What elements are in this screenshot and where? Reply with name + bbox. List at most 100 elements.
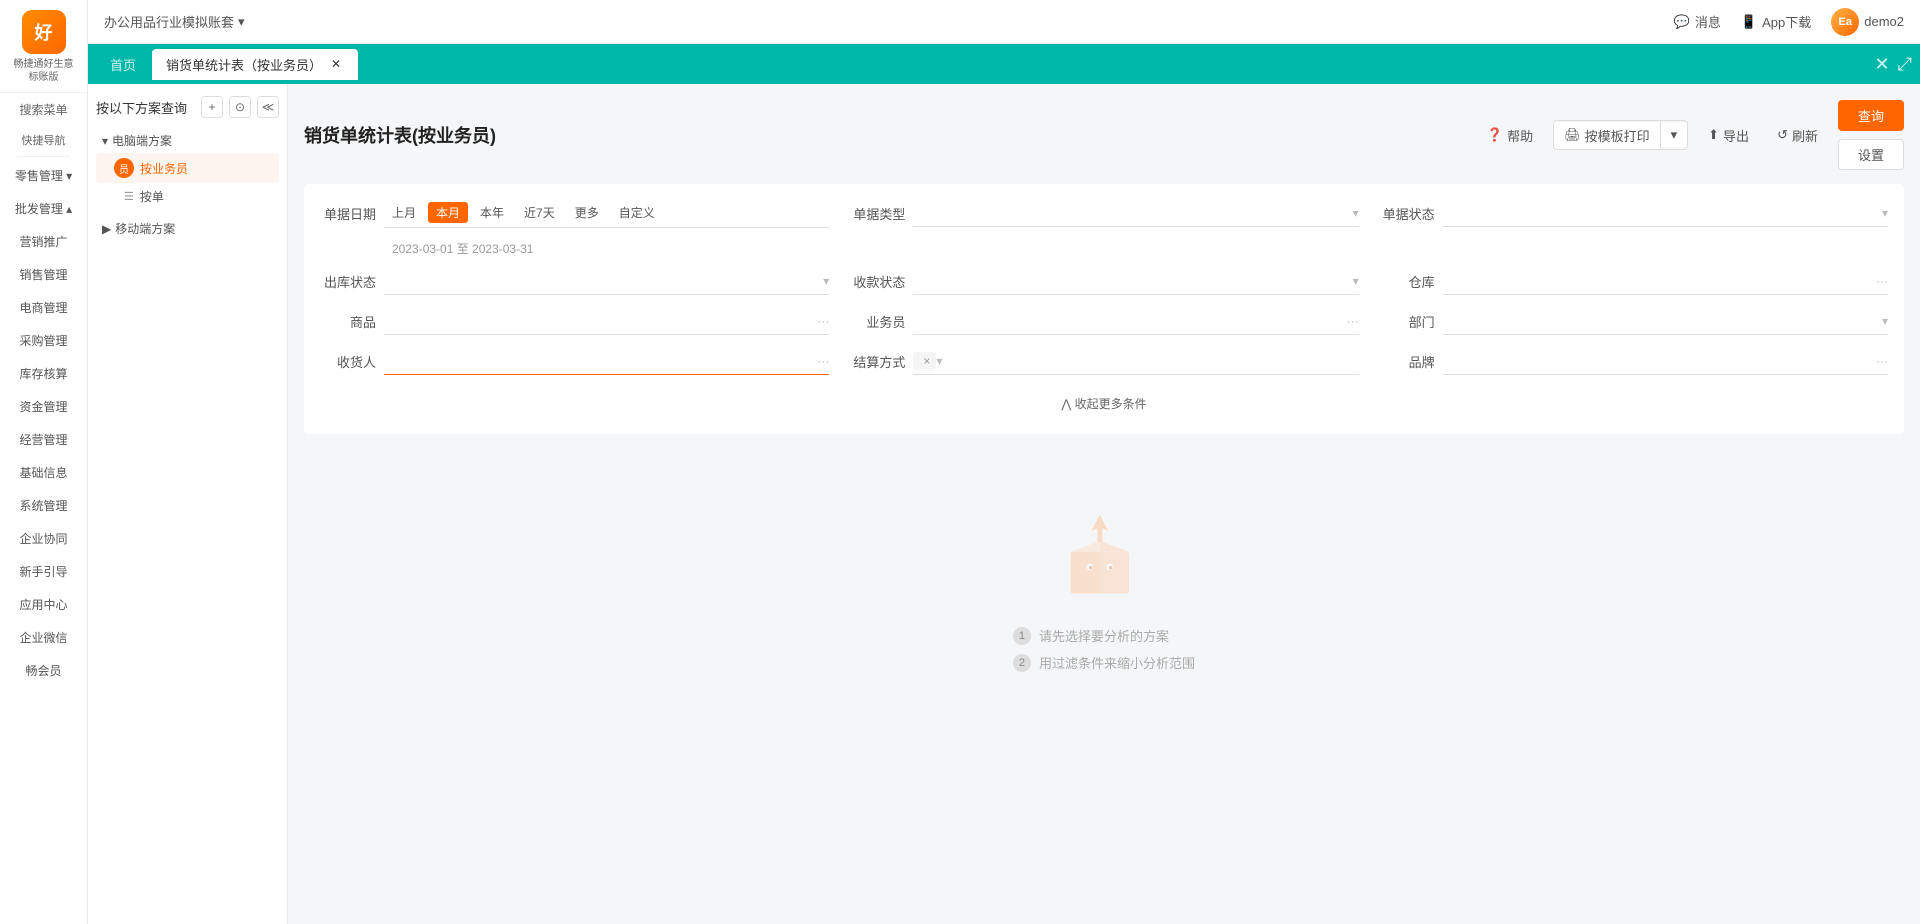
- sidebar-search[interactable]: 搜索菜单: [0, 93, 87, 126]
- sidebar-item-wholesale[interactable]: 批发管理 ▴: [0, 192, 87, 225]
- tab-home[interactable]: 首页: [96, 49, 150, 80]
- top-bar-right: 💬 消息 📱 App下载 Ea demo2: [1674, 8, 1904, 36]
- goods-control[interactable]: ···: [384, 307, 829, 335]
- out-status-label: 出库状态: [320, 272, 376, 291]
- tab-sales-report[interactable]: 销货单统计表（按业务员） ✕: [152, 49, 358, 80]
- download-icon: 📱: [1741, 14, 1757, 30]
- department-control[interactable]: ▾: [1443, 307, 1888, 335]
- settlement-tag-close[interactable]: ×: [923, 354, 930, 368]
- logo-text: 畅捷通好生意 标账版: [14, 58, 74, 84]
- date-this-year[interactable]: 本年: [472, 202, 512, 223]
- sidebar-item-corp-collab[interactable]: 企业协同: [0, 522, 87, 555]
- filter-receive-status: 收款状态 ▾: [849, 267, 1358, 295]
- collapse-more-btn[interactable]: ⋀ 收起更多条件: [320, 387, 1888, 420]
- query-panel-actions: + ⊙ ≪: [201, 96, 279, 118]
- scheme-group-mobile-header[interactable]: ▶ 移动端方案: [96, 216, 279, 241]
- filter-row-2: 出库状态 ▾ 收款状态 ▾ 仓库: [320, 267, 1888, 295]
- receive-status-control[interactable]: ▾: [913, 267, 1358, 295]
- date-control[interactable]: 上月 本月 本年 近7天 更多 自定义: [384, 198, 829, 228]
- sidebar-logo[interactable]: 好 畅捷通好生意 标账版: [0, 0, 87, 93]
- query-settings-group: 查询 设置: [1838, 100, 1904, 170]
- filter-settlement: 结算方式 × ▾: [849, 347, 1358, 375]
- user-label: demo2: [1864, 14, 1904, 29]
- date-last-month[interactable]: 上月: [384, 202, 424, 223]
- empty-tips: 1 请先选择要分析的方案 2 用过滤条件来缩小分析范围: [1013, 626, 1195, 672]
- sidebar-item-inventory[interactable]: 库存核算: [0, 357, 87, 390]
- sub-icon: ☰: [124, 190, 134, 203]
- help-btn[interactable]: ❓ 帮助: [1479, 122, 1541, 149]
- salesperson-control[interactable]: ···: [913, 307, 1358, 335]
- scheme-by-order[interactable]: ☰ 按单: [96, 183, 279, 210]
- app-name-dropdown[interactable]: 办公用品行业模拟账套 ▾: [104, 12, 245, 31]
- app-download-action[interactable]: 📱 App下载: [1741, 12, 1811, 31]
- warehouse-control[interactable]: ···: [1443, 267, 1888, 295]
- refresh-btn[interactable]: ↺ 刷新: [1769, 122, 1826, 149]
- sidebar-quick-nav[interactable]: 快捷导航: [0, 126, 87, 154]
- page-title: 销货单统计表(按业务员): [304, 122, 496, 148]
- empty-tip-1: 1 请先选择要分析的方案: [1013, 626, 1195, 645]
- export-btn[interactable]: ⬆ 导出: [1700, 122, 1757, 149]
- brand-control[interactable]: ···: [1443, 347, 1888, 375]
- collapse-panel-btn[interactable]: ≪: [257, 96, 279, 118]
- filter-warehouse: 仓库 ···: [1379, 267, 1888, 295]
- sidebar-item-system[interactable]: 系统管理: [0, 489, 87, 522]
- top-bar-left: 办公用品行业模拟账套 ▾: [104, 12, 245, 31]
- scheme-group-desktop-header[interactable]: ▾ 电脑端方案: [96, 128, 279, 153]
- edit-scheme-btn[interactable]: ⊙: [229, 96, 251, 118]
- print-label: 按模板打印: [1585, 126, 1650, 145]
- date-this-month[interactable]: 本月: [428, 202, 468, 223]
- sidebar-item-member[interactable]: 畅会员: [0, 654, 87, 687]
- collapse-icon: ⋀: [1061, 397, 1074, 411]
- sidebar-item-ecom[interactable]: 电商管理: [0, 291, 87, 324]
- out-status-dropdown-icon: ▾: [823, 274, 829, 288]
- sidebar-item-marketing[interactable]: 营销推广: [0, 225, 87, 258]
- date-range-row: 2023-03-01 至 2023-03-31: [388, 240, 1888, 257]
- sidebar-item-operations[interactable]: 经营管理: [0, 423, 87, 456]
- print-btn[interactable]: 🖨 按模板打印: [1554, 122, 1660, 149]
- date-last-7days[interactable]: 近7天: [516, 202, 563, 223]
- sidebar-item-retail[interactable]: 零售管理 ▾: [0, 159, 87, 192]
- settlement-tag: ×: [913, 352, 936, 370]
- message-label: 消息: [1695, 12, 1721, 31]
- message-action[interactable]: 💬 消息: [1674, 12, 1721, 31]
- date-more[interactable]: 更多: [567, 202, 607, 223]
- goods-more-icon: ···: [817, 314, 829, 328]
- sidebar-item-corp-wechat[interactable]: 企业微信: [0, 621, 87, 654]
- tip-num-1: 1: [1013, 627, 1031, 645]
- tab-close-window-btn[interactable]: ✕: [1875, 54, 1890, 75]
- page-title-bar: 销货单统计表(按业务员) ❓ 帮助 🖨 按模板打印 ▾: [304, 100, 1904, 170]
- filter-brand: 品牌 ···: [1379, 347, 1888, 375]
- user-menu[interactable]: Ea demo2: [1831, 8, 1904, 36]
- sidebar-item-purchase[interactable]: 采购管理: [0, 324, 87, 357]
- recipient-more-icon: ···: [817, 354, 829, 368]
- sidebar-item-newbie[interactable]: 新手引导: [0, 555, 87, 588]
- receive-status-label: 收款状态: [849, 272, 905, 291]
- tab-expand-btn[interactable]: ⤢: [1898, 54, 1912, 75]
- empty-state: 1 请先选择要分析的方案 2 用过滤条件来缩小分析范围: [304, 446, 1904, 732]
- date-buttons: 上月 本月 本年 近7天 更多 自定义: [384, 202, 829, 223]
- filter-out-status: 出库状态 ▾: [320, 267, 829, 295]
- query-panel-header: 按以下方案查询 + ⊙ ≪: [96, 96, 279, 118]
- doc-type-control[interactable]: ▾: [913, 199, 1358, 227]
- recipient-control[interactable]: ···: [384, 347, 829, 375]
- out-status-control[interactable]: ▾: [384, 267, 829, 295]
- filter-doc-status: 单据状态 ▾: [1379, 199, 1888, 227]
- page-actions: ❓ 帮助 🖨 按模板打印 ▾ ⬆ 导出: [1479, 100, 1904, 170]
- sidebar-item-sales[interactable]: 销售管理: [0, 258, 87, 291]
- sidebar-item-basic-info[interactable]: 基础信息: [0, 456, 87, 489]
- sidebar-item-app-center[interactable]: 应用中心: [0, 588, 87, 621]
- settlement-control[interactable]: × ▾: [913, 347, 1358, 375]
- settings-btn[interactable]: 设置: [1838, 139, 1904, 170]
- scheme-group-mobile: ▶ 移动端方案: [96, 216, 279, 241]
- add-scheme-btn[interactable]: +: [201, 96, 223, 118]
- print-dropdown-btn[interactable]: ▾: [1661, 123, 1688, 147]
- content-area: 按以下方案查询 + ⊙ ≪ ▾ 电脑端方案 员 按业务员 ☰: [88, 84, 1920, 924]
- warehouse-label: 仓库: [1379, 272, 1435, 291]
- doc-status-control[interactable]: ▾: [1443, 199, 1888, 227]
- filter-row-1: 单据日期 上月 本月 本年 近7天 更多 自定义: [320, 198, 1888, 228]
- tab-close-icon[interactable]: ✕: [328, 56, 344, 72]
- sidebar-item-finance[interactable]: 资金管理: [0, 390, 87, 423]
- date-custom[interactable]: 自定义: [611, 202, 663, 223]
- scheme-by-salesperson[interactable]: 员 按业务员: [96, 153, 279, 183]
- query-btn[interactable]: 查询: [1838, 100, 1904, 131]
